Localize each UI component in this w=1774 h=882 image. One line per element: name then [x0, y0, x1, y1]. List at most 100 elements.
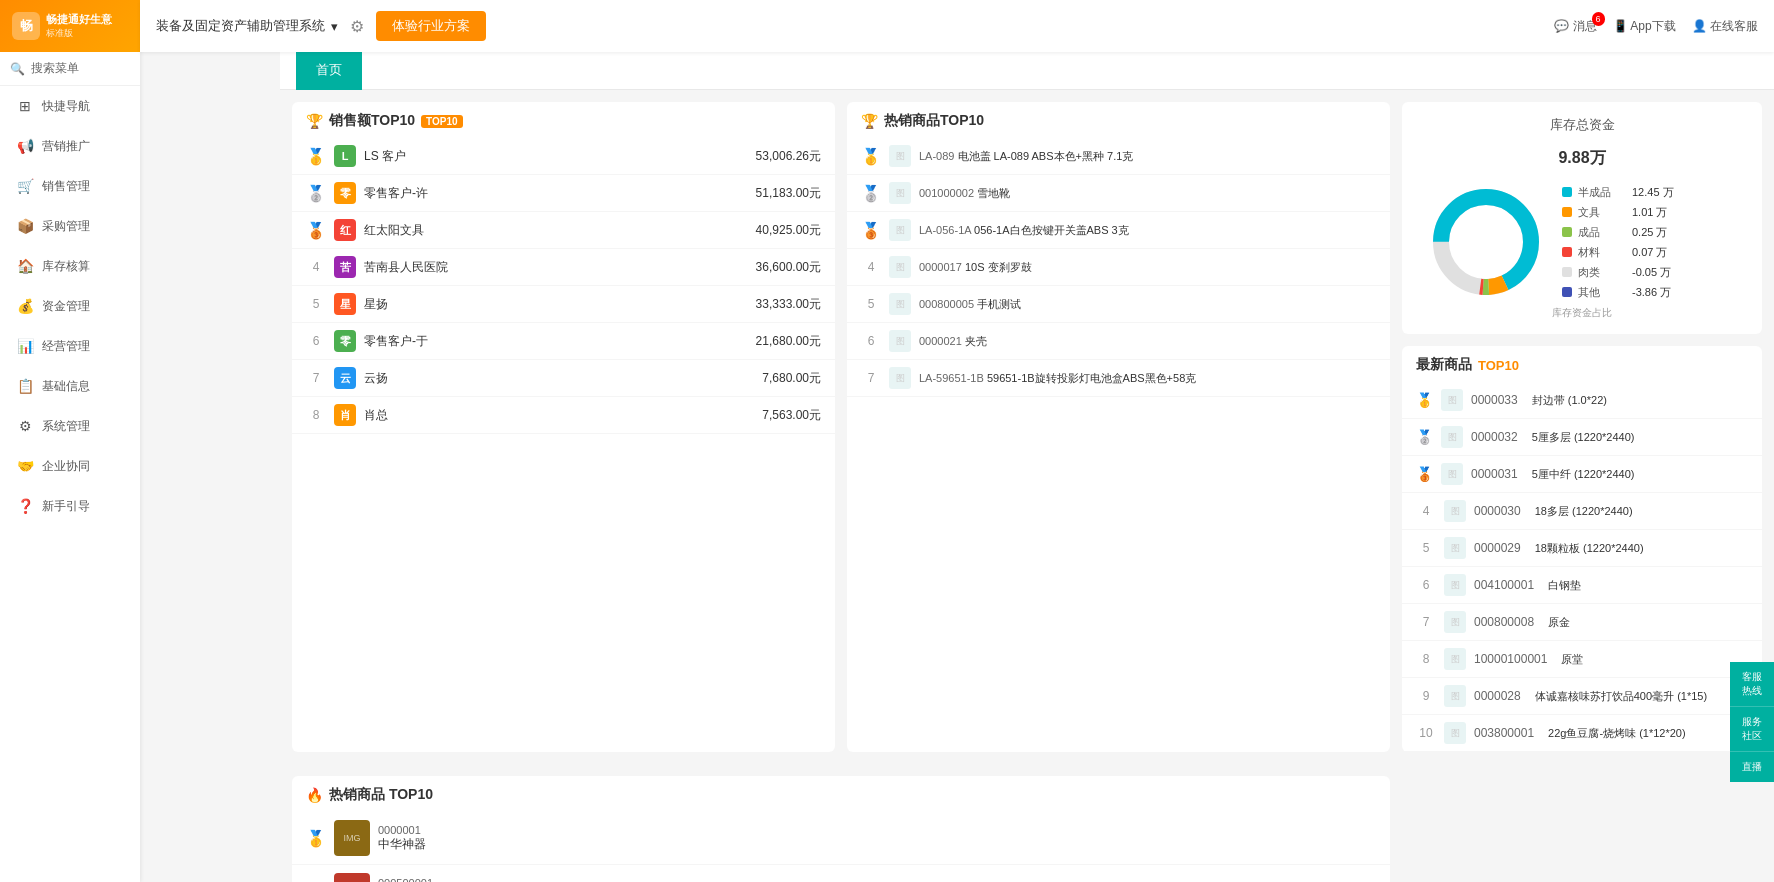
newest-thumb: 图 [1444, 537, 1466, 559]
newest-row[interactable]: 🥉 图 0000031 5厘中纤 (1220*2440) [1402, 456, 1762, 493]
customer-avatar: 云 [334, 367, 356, 389]
customer-row[interactable]: 7 云 云扬 7,680.00元 [292, 360, 835, 397]
customer-row[interactable]: 4 苦 苦南县人民医院 36,600.00元 [292, 249, 835, 286]
hot-product-row[interactable]: 🥈 IMG 000500001 新西兰牛肉 (新牛) [292, 865, 1390, 882]
message-count: 6 [1592, 12, 1605, 27]
search-icon: 🔍 [10, 62, 25, 76]
top10-badge: TOP10 [421, 115, 463, 128]
product-sales-row[interactable]: 🥇 图 LA-089 电池盖 LA-089 ABS本色+黑种 7.1克 [847, 138, 1390, 175]
newest-thumb: 图 [1441, 463, 1463, 485]
nav-icon-marketing: 📢 [16, 137, 34, 155]
donut-container: 半成品 12.45 万 文具 1.01 万 成品 0.25 万 材料 0.07 … [1416, 182, 1748, 302]
newest-row[interactable]: 🥇 图 0000033 封边带 (1.0*22) [1402, 382, 1762, 419]
rank-num: 5 [306, 297, 326, 311]
newest-row[interactable]: 7 图 000800008 原金 [1402, 604, 1762, 641]
newest-name: 18多层 (1220*2440) [1535, 504, 1633, 519]
product-thumb: 图 [889, 145, 911, 167]
customer-name: 零售客户-于 [364, 333, 748, 350]
newest-row[interactable]: 6 图 004100001 白钢垫 [1402, 567, 1762, 604]
sidebar-item-sales[interactable]: 🛒销售管理 [0, 166, 140, 206]
customer-row[interactable]: 5 星 星扬 33,333.00元 [292, 286, 835, 323]
legend-item: 肉类 -0.05 万 [1562, 265, 1674, 280]
system-name: 装备及固定资产辅助管理系统 [156, 17, 325, 35]
newest-row[interactable]: 5 图 0000029 18颗粒板 (1220*2440) [1402, 530, 1762, 567]
rank-medal: 🥇 [306, 147, 326, 166]
settings-icon[interactable]: ⚙ [350, 17, 364, 36]
product-name: 雪地靴 [977, 187, 1010, 199]
rank-num: 8 [1416, 652, 1436, 666]
nav-icon-guide: ❓ [16, 497, 34, 515]
customer-row[interactable]: 🥈 零 零售客户-许 51,183.00元 [292, 175, 835, 212]
search-menu[interactable]: 🔍 搜索菜单 [0, 52, 140, 86]
newest-title: 最新商品 TOP10 [1402, 346, 1762, 382]
product-sales-row[interactable]: 🥉 图 LA-056-1A 056-1A白色按键开关盖ABS 3克 [847, 212, 1390, 249]
customer-avatar: 零 [334, 182, 356, 204]
sidebar-item-operation[interactable]: 📊经营管理 [0, 326, 140, 366]
legend-item: 半成品 12.45 万 [1562, 185, 1674, 200]
inventory-value: 9.88万 [1416, 138, 1748, 170]
legend-value: 0.07 万 [1632, 245, 1667, 260]
legend-value: 1.01 万 [1632, 205, 1667, 220]
customer-row[interactable]: 🥇 L LS 客户 53,006.26元 [292, 138, 835, 175]
system-selector[interactable]: 装备及固定资产辅助管理系统 ▾ [156, 17, 338, 35]
newest-row[interactable]: 🥈 图 0000032 5厘多层 (1220*2440) [1402, 419, 1762, 456]
sidebar-item-basic[interactable]: 📋基础信息 [0, 366, 140, 406]
fire-icon: 🔥 [306, 787, 323, 803]
service-icon: 👤 [1692, 19, 1707, 33]
nav-icon-cooperation: 🤝 [16, 457, 34, 475]
float-btn-2[interactable]: 直播 [1730, 752, 1774, 782]
sidebar-item-system[interactable]: ⚙系统管理 [0, 406, 140, 446]
sidebar-item-inventory[interactable]: 🏠库存核算 [0, 246, 140, 286]
newest-row[interactable]: 8 图 10000100001 原堂 [1402, 641, 1762, 678]
top-row: 🏆 销售额TOP10 TOP10 🥇 L LS 客户 53,006.26元 🥈 … [280, 90, 1774, 764]
product-thumb: 图 [889, 256, 911, 278]
customer-row[interactable]: 8 肖 肖总 7,563.00元 [292, 397, 835, 434]
rank-medal: 🥈 [1416, 429, 1433, 445]
tab-home[interactable]: 首页 [296, 52, 362, 90]
newest-row[interactable]: 10 图 003800001 22g鱼豆腐-烧烤味 (1*12*20) [1402, 715, 1762, 752]
hot-product-row[interactable]: 🥇 IMG 0000001 中华神器 [292, 812, 1390, 865]
product-code: 000800005 [919, 298, 974, 310]
customer-row[interactable]: 🥉 红 红太阳文具 40,925.00元 [292, 212, 835, 249]
product-sales-row[interactable]: 🥈 图 001000002 雪地靴 [847, 175, 1390, 212]
sidebar-item-marketing[interactable]: 📢营销推广 [0, 126, 140, 166]
newest-name: 5厘中纤 (1220*2440) [1532, 467, 1635, 482]
rank-num: 5 [1416, 541, 1436, 555]
legend-dot [1562, 247, 1572, 257]
rank-medal: 🥇 [306, 829, 326, 848]
customer-top10-card: 🏆 销售额TOP10 TOP10 🥇 L LS 客户 53,006.26元 🥈 … [292, 102, 835, 752]
newest-row[interactable]: 4 图 0000030 18多层 (1220*2440) [1402, 493, 1762, 530]
newest-row[interactable]: 9 图 0000028 体诚嘉核味苏打饮品400毫升 (1*15) [1402, 678, 1762, 715]
newest-thumb: 图 [1444, 500, 1466, 522]
float-buttons: 客服 热线服务 社区直播 [1730, 662, 1774, 782]
rank-num: 9 [1416, 689, 1436, 703]
newest-thumb: 图 [1444, 574, 1466, 596]
message-badge[interactable]: 💬 6 消息 [1554, 18, 1596, 35]
customer-name: 星扬 [364, 296, 748, 313]
product-sales-row[interactable]: 6 图 0000021 夹壳 [847, 323, 1390, 360]
product-name: 夹壳 [965, 335, 987, 347]
product-sales-row[interactable]: 5 图 000800005 手机测试 [847, 286, 1390, 323]
customer-avatar: 肖 [334, 404, 356, 426]
hot-products-title: 🔥 热销商品 TOP10 [292, 776, 1390, 812]
sidebar-item-guide[interactable]: ❓新手引导 [0, 486, 140, 526]
newest-name: 5厘多层 (1220*2440) [1532, 430, 1635, 445]
product-sales-row[interactable]: 4 图 0000017 10S 变刹罗鼓 [847, 249, 1390, 286]
product-sales-row[interactable]: 7 图 LA-59651-1B 59651-1B旋转投影灯电池盒ABS黑色+58… [847, 360, 1390, 397]
donut-chart [1426, 182, 1546, 302]
online-service[interactable]: 👤 在线客服 [1692, 18, 1758, 35]
app-download[interactable]: 📱 App下载 [1613, 18, 1676, 35]
sidebar-item-purchase[interactable]: 📦采购管理 [0, 206, 140, 246]
product-thumb: 图 [889, 293, 911, 315]
product-sales-list: 🥇 图 LA-089 电池盖 LA-089 ABS本色+黑种 7.1克 🥈 图 … [847, 138, 1390, 397]
sidebar-item-finance[interactable]: 💰资金管理 [0, 286, 140, 326]
customer-row[interactable]: 6 零 零售客户-于 21,680.00元 [292, 323, 835, 360]
float-btn-0[interactable]: 客服 热线 [1730, 662, 1774, 707]
inventory-footer-label: 库存资金占比 [1416, 306, 1748, 320]
nav-label-sales: 销售管理 [42, 178, 90, 195]
float-btn-1[interactable]: 服务 社区 [1730, 707, 1774, 752]
trial-btn[interactable]: 体验行业方案 [376, 11, 486, 41]
sidebar-item-cooperation[interactable]: 🤝企业协同 [0, 446, 140, 486]
sidebar-item-quick-nav[interactable]: ⊞快捷导航 [0, 86, 140, 126]
product-code: 001000002 [919, 187, 974, 199]
